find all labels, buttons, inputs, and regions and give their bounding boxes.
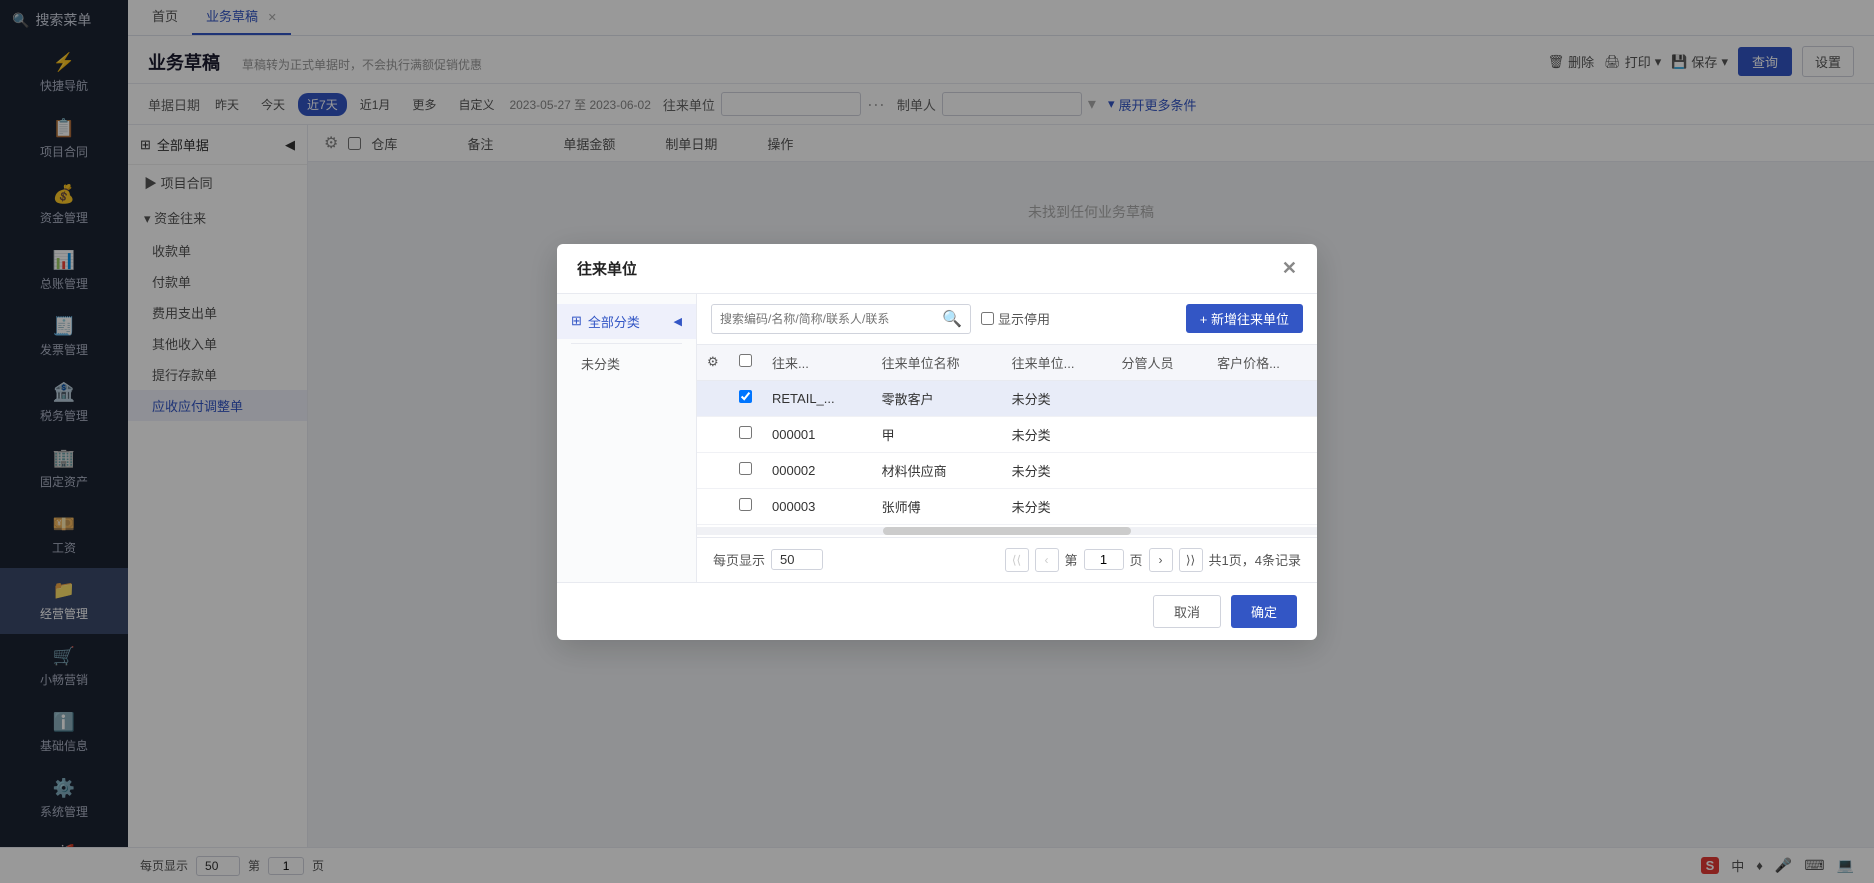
row-check[interactable] (729, 488, 762, 524)
modal-content: 🔍 显示停用 + 新增往来单位 ⚙ (697, 294, 1317, 582)
sidebar-divider (571, 343, 682, 344)
total-records: 共1页，4条记录 (1209, 550, 1301, 569)
row-name: 零散客户 (872, 380, 1002, 416)
pagination-controls: ⟨⟨ ‹ 第 页 › ⟩⟩ 共1页，4条记录 (1005, 548, 1302, 572)
row-code: RETAIL_... (762, 380, 872, 416)
show-disabled-label[interactable]: 显示停用 (981, 309, 1050, 328)
cancel-button[interactable]: 取消 (1153, 595, 1221, 628)
row-name: 材料供应商 (872, 452, 1002, 488)
row-check[interactable] (729, 380, 762, 416)
row-code: 000001 (762, 416, 872, 452)
modal-sidebar-collapse-btn[interactable]: ◀ (674, 315, 682, 328)
row-icon (697, 488, 729, 524)
row-manager (1112, 488, 1208, 524)
col-manager: 分管人员 (1112, 345, 1208, 381)
row-category: 未分类 (1002, 416, 1112, 452)
show-disabled-checkbox[interactable] (981, 312, 994, 325)
modal-footer: 每页显示 50 100 ⟨⟨ ‹ 第 页 › ⟩⟩ 共 (697, 537, 1317, 582)
row-manager (1112, 380, 1208, 416)
page-number-input[interactable] (1084, 549, 1124, 570)
col-check-all[interactable] (729, 345, 762, 381)
add-partner-button[interactable]: + 新增往来单位 (1186, 304, 1303, 333)
partner-modal: 往来单位 ✕ ⊞ 全部分类 ◀ 未分类 🔍 (557, 244, 1317, 640)
modal-toolbar: 🔍 显示停用 + 新增往来单位 (697, 294, 1317, 345)
row-code: 000002 (762, 452, 872, 488)
row-code: 000003 (762, 488, 872, 524)
modal-sidebar-unclassified[interactable]: 未分类 (557, 348, 696, 379)
partner-search-input[interactable] (720, 312, 936, 326)
scrollbar-thumb[interactable] (883, 527, 1131, 535)
row-price (1207, 488, 1317, 524)
confirm-button[interactable]: 确定 (1231, 595, 1297, 628)
modal-overlay: 往来单位 ✕ ⊞ 全部分类 ◀ 未分类 🔍 (0, 0, 1874, 883)
table-row[interactable]: 000002 材料供应商 未分类 (697, 452, 1317, 488)
table-row[interactable]: 000001 甲 未分类 (697, 416, 1317, 452)
select-all-modal[interactable] (739, 354, 752, 367)
per-page-select: 每页显示 50 100 (713, 549, 823, 570)
prev-page-btn[interactable]: ‹ (1035, 548, 1059, 572)
modal-sidebar: ⊞ 全部分类 ◀ 未分类 (557, 294, 697, 582)
row-category: 未分类 (1002, 452, 1112, 488)
row-manager (1112, 452, 1208, 488)
row-icon (697, 452, 729, 488)
row-name: 甲 (872, 416, 1002, 452)
col-name: 往来单位名称 (872, 345, 1002, 381)
row-check[interactable] (729, 452, 762, 488)
row-name: 张师傅 (872, 488, 1002, 524)
modal-body: ⊞ 全部分类 ◀ 未分类 🔍 显示停用 (557, 294, 1317, 582)
first-page-btn[interactable]: ⟨⟨ (1005, 548, 1029, 572)
modal-close-button[interactable]: ✕ (1282, 258, 1297, 279)
search-icon: 🔍 (942, 309, 962, 329)
modal-table: ⚙ 往来... 往来单位名称 往来单位... 分管人员 客户价格... (697, 345, 1317, 525)
modal-header: 往来单位 ✕ (557, 244, 1317, 294)
row-manager (1112, 416, 1208, 452)
col-code: 往来... (762, 345, 872, 381)
modal-actions: 取消 确定 (557, 582, 1317, 640)
page-word: 第 (1065, 550, 1078, 569)
table-scrollbar[interactable] (697, 527, 1317, 535)
grid-icon: ⊞ (571, 313, 582, 329)
row-check[interactable] (729, 416, 762, 452)
table-header-row: ⚙ 往来... 往来单位名称 往来单位... 分管人员 客户价格... (697, 345, 1317, 381)
next-page-btn[interactable]: › (1149, 548, 1173, 572)
col-category: 往来单位... (1002, 345, 1112, 381)
row-price (1207, 380, 1317, 416)
table-row[interactable]: 000003 张师傅 未分类 (697, 488, 1317, 524)
modal-title: 往来单位 (577, 258, 637, 279)
table-row[interactable]: RETAIL_... 零散客户 未分类 (697, 380, 1317, 416)
row-icon (697, 416, 729, 452)
row-icon (697, 380, 729, 416)
col-price: 客户价格... (1207, 345, 1317, 381)
page-suffix: 页 (1130, 550, 1143, 569)
row-category: 未分类 (1002, 488, 1112, 524)
col-settings[interactable]: ⚙ (697, 345, 729, 381)
row-category: 未分类 (1002, 380, 1112, 416)
row-price (1207, 452, 1317, 488)
modal-search-box: 🔍 (711, 304, 971, 334)
row-price (1207, 416, 1317, 452)
per-page-dropdown[interactable]: 50 100 (771, 549, 823, 570)
modal-sidebar-all[interactable]: ⊞ 全部分类 ◀ (557, 304, 696, 339)
last-page-btn[interactable]: ⟩⟩ (1179, 548, 1203, 572)
